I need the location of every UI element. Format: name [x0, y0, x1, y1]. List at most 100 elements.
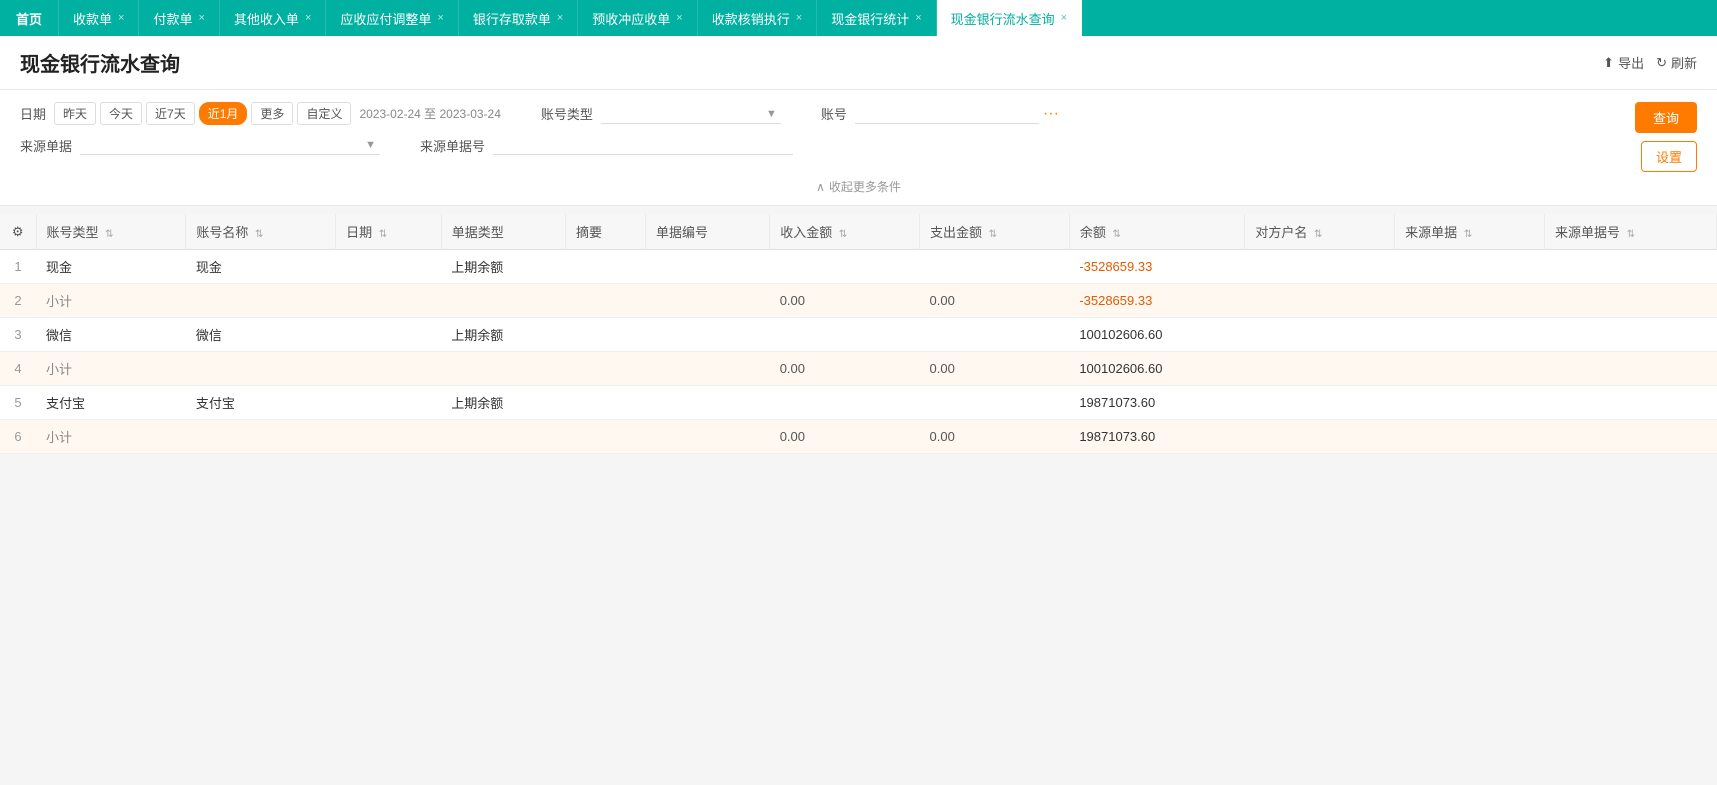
- page-title: 现金银行流水查询: [20, 48, 180, 77]
- table-row: 6小计0.000.0019871073.60: [0, 420, 1717, 454]
- col-income[interactable]: 收入金额 ⇅: [770, 214, 920, 250]
- sort-icon: ⇅: [1112, 229, 1120, 240]
- row-number: 4: [0, 352, 36, 386]
- close-icon[interactable]: ×: [557, 12, 563, 24]
- close-icon[interactable]: ×: [437, 12, 443, 24]
- date-btn-7days[interactable]: 近7天: [146, 102, 195, 125]
- export-button[interactable]: ⬆ 导出: [1603, 53, 1644, 72]
- nav-home[interactable]: 首页: [0, 0, 59, 36]
- cell-source-doc-no: [1544, 250, 1716, 284]
- cell-balance: 19871073.60: [1069, 386, 1245, 420]
- cell-date: [336, 250, 442, 284]
- cell-balance: 100102606.60: [1069, 352, 1245, 386]
- cell-doc-no: [645, 318, 769, 352]
- cell-account-type: 微信: [36, 318, 186, 352]
- nav-tab-qitashouru[interactable]: 其他收入单 ×: [220, 0, 326, 36]
- date-label: 日期: [20, 104, 46, 123]
- source-doc-num-input[interactable]: [493, 135, 793, 155]
- cell-source-doc: [1395, 284, 1545, 318]
- account-type-select-wrapper: ▼: [601, 104, 781, 124]
- row-number: 2: [0, 284, 36, 318]
- sort-icon: ⇅: [1464, 229, 1472, 240]
- refresh-button[interactable]: ↻ 刷新: [1656, 53, 1697, 72]
- cell-doc-type: 上期余额: [441, 386, 565, 420]
- date-btn-yesterday[interactable]: 昨天: [54, 102, 96, 125]
- nav-tab-yinhangcunqu[interactable]: 银行存取款单 ×: [459, 0, 578, 36]
- col-source-doc-no[interactable]: 来源单据号 ⇅: [1544, 214, 1716, 250]
- col-counterparty[interactable]: 对方户名 ⇅: [1245, 214, 1395, 250]
- cell-account-type: 小计: [36, 352, 186, 386]
- col-doc-no[interactable]: 单据编号: [645, 214, 769, 250]
- cell-date: [336, 284, 442, 318]
- account-input[interactable]: [855, 104, 1039, 124]
- nav-tab-fukuandan[interactable]: 付款单 ×: [139, 0, 219, 36]
- close-icon[interactable]: ×: [676, 12, 682, 24]
- close-icon[interactable]: ×: [305, 12, 311, 24]
- nav-tab-shoukuandan[interactable]: 收款单 ×: [59, 0, 139, 36]
- cell-counterparty: [1245, 420, 1395, 454]
- col-balance[interactable]: 余额 ⇅: [1069, 214, 1245, 250]
- date-btn-custom[interactable]: 自定义: [297, 102, 351, 125]
- close-icon[interactable]: ×: [198, 12, 204, 24]
- refresh-icon: ↻: [1656, 55, 1667, 71]
- sort-icon: ⇅: [1314, 229, 1322, 240]
- cell-counterparty: [1245, 284, 1395, 318]
- cell-doc-type: 上期余额: [441, 318, 565, 352]
- account-type-label: 账号类型: [541, 104, 593, 123]
- col-expense[interactable]: 支出金额 ⇅: [920, 214, 1070, 250]
- account-type-filter: 账号类型 ▼: [541, 104, 781, 124]
- nav-tab-shoukuanhexiao[interactable]: 收款核销执行 ×: [698, 0, 817, 36]
- cell-doc-type: [441, 352, 565, 386]
- query-button[interactable]: 查询: [1635, 102, 1697, 133]
- col-account-name[interactable]: 账号名称 ⇅: [186, 214, 336, 250]
- cell-date: [336, 318, 442, 352]
- filter-row-2: 来源单据 ▼ 来源单据号: [20, 135, 1603, 155]
- settings-button[interactable]: 设置: [1641, 141, 1697, 172]
- cell-counterparty: [1245, 352, 1395, 386]
- cell-source-doc-no: [1544, 386, 1716, 420]
- col-account-type[interactable]: 账号类型 ⇅: [36, 214, 186, 250]
- header-actions: ⬆ 导出 ↻ 刷新: [1603, 53, 1697, 72]
- date-btn-1month[interactable]: 近1月: [199, 102, 248, 125]
- cell-source-doc: [1395, 250, 1545, 284]
- source-doc-select-wrapper: ▼: [80, 135, 380, 155]
- close-icon[interactable]: ×: [796, 12, 802, 24]
- cell-summary: [565, 420, 645, 454]
- close-icon[interactable]: ×: [915, 12, 921, 24]
- date-btn-today[interactable]: 今天: [100, 102, 142, 125]
- nav-tab-xianjinyinhang[interactable]: 现金银行统计 ×: [817, 0, 936, 36]
- cell-income: 0.00: [770, 284, 920, 318]
- row-number: 5: [0, 386, 36, 420]
- more-options-button[interactable]: ···: [1043, 105, 1059, 123]
- source-doc-label: 来源单据: [20, 136, 72, 155]
- col-date[interactable]: 日期 ⇅: [336, 214, 442, 250]
- cell-doc-no: [645, 352, 769, 386]
- filter-row-1: 日期 昨天 今天 近7天 近1月 更多 自定义 2023-02-24 至 202…: [20, 102, 1603, 125]
- cell-doc-type: 上期余额: [441, 250, 565, 284]
- date-btn-more[interactable]: 更多: [251, 102, 293, 125]
- close-icon[interactable]: ×: [1061, 12, 1067, 24]
- cell-expense: 0.00: [920, 352, 1070, 386]
- cell-balance: 19871073.60: [1069, 420, 1245, 454]
- cell-source-doc: [1395, 420, 1545, 454]
- close-icon[interactable]: ×: [118, 12, 124, 24]
- account-type-select[interactable]: [601, 104, 781, 124]
- nav-tab-yushouchong[interactable]: 预收冲应收单 ×: [578, 0, 697, 36]
- source-doc-select[interactable]: [80, 135, 380, 155]
- table-row: 4小计0.000.00100102606.60: [0, 352, 1717, 386]
- col-gear[interactable]: ⚙: [0, 214, 36, 250]
- col-source-doc[interactable]: 来源单据 ⇅: [1395, 214, 1545, 250]
- cell-summary: [565, 284, 645, 318]
- cell-income: 0.00: [770, 352, 920, 386]
- table-row: 1现金现金上期余额-3528659.33: [0, 250, 1717, 284]
- account-label: 账号: [821, 104, 847, 123]
- cell-source-doc-no: [1544, 352, 1716, 386]
- nav-tab-yingshouyingfu[interactable]: 应收应付调整单 ×: [326, 0, 458, 36]
- col-doc-type[interactable]: 单据类型: [441, 214, 565, 250]
- cell-source-doc-no: [1544, 420, 1716, 454]
- col-summary[interactable]: 摘要: [565, 214, 645, 250]
- nav-tab-liushui[interactable]: 现金银行流水查询 ×: [937, 0, 1082, 36]
- data-table: ⚙ 账号类型 ⇅ 账号名称 ⇅ 日期 ⇅ 单据类型 摘要: [0, 214, 1717, 454]
- cell-account-name: 支付宝: [186, 386, 336, 420]
- collapse-button[interactable]: ∧ 收起更多条件: [816, 178, 901, 195]
